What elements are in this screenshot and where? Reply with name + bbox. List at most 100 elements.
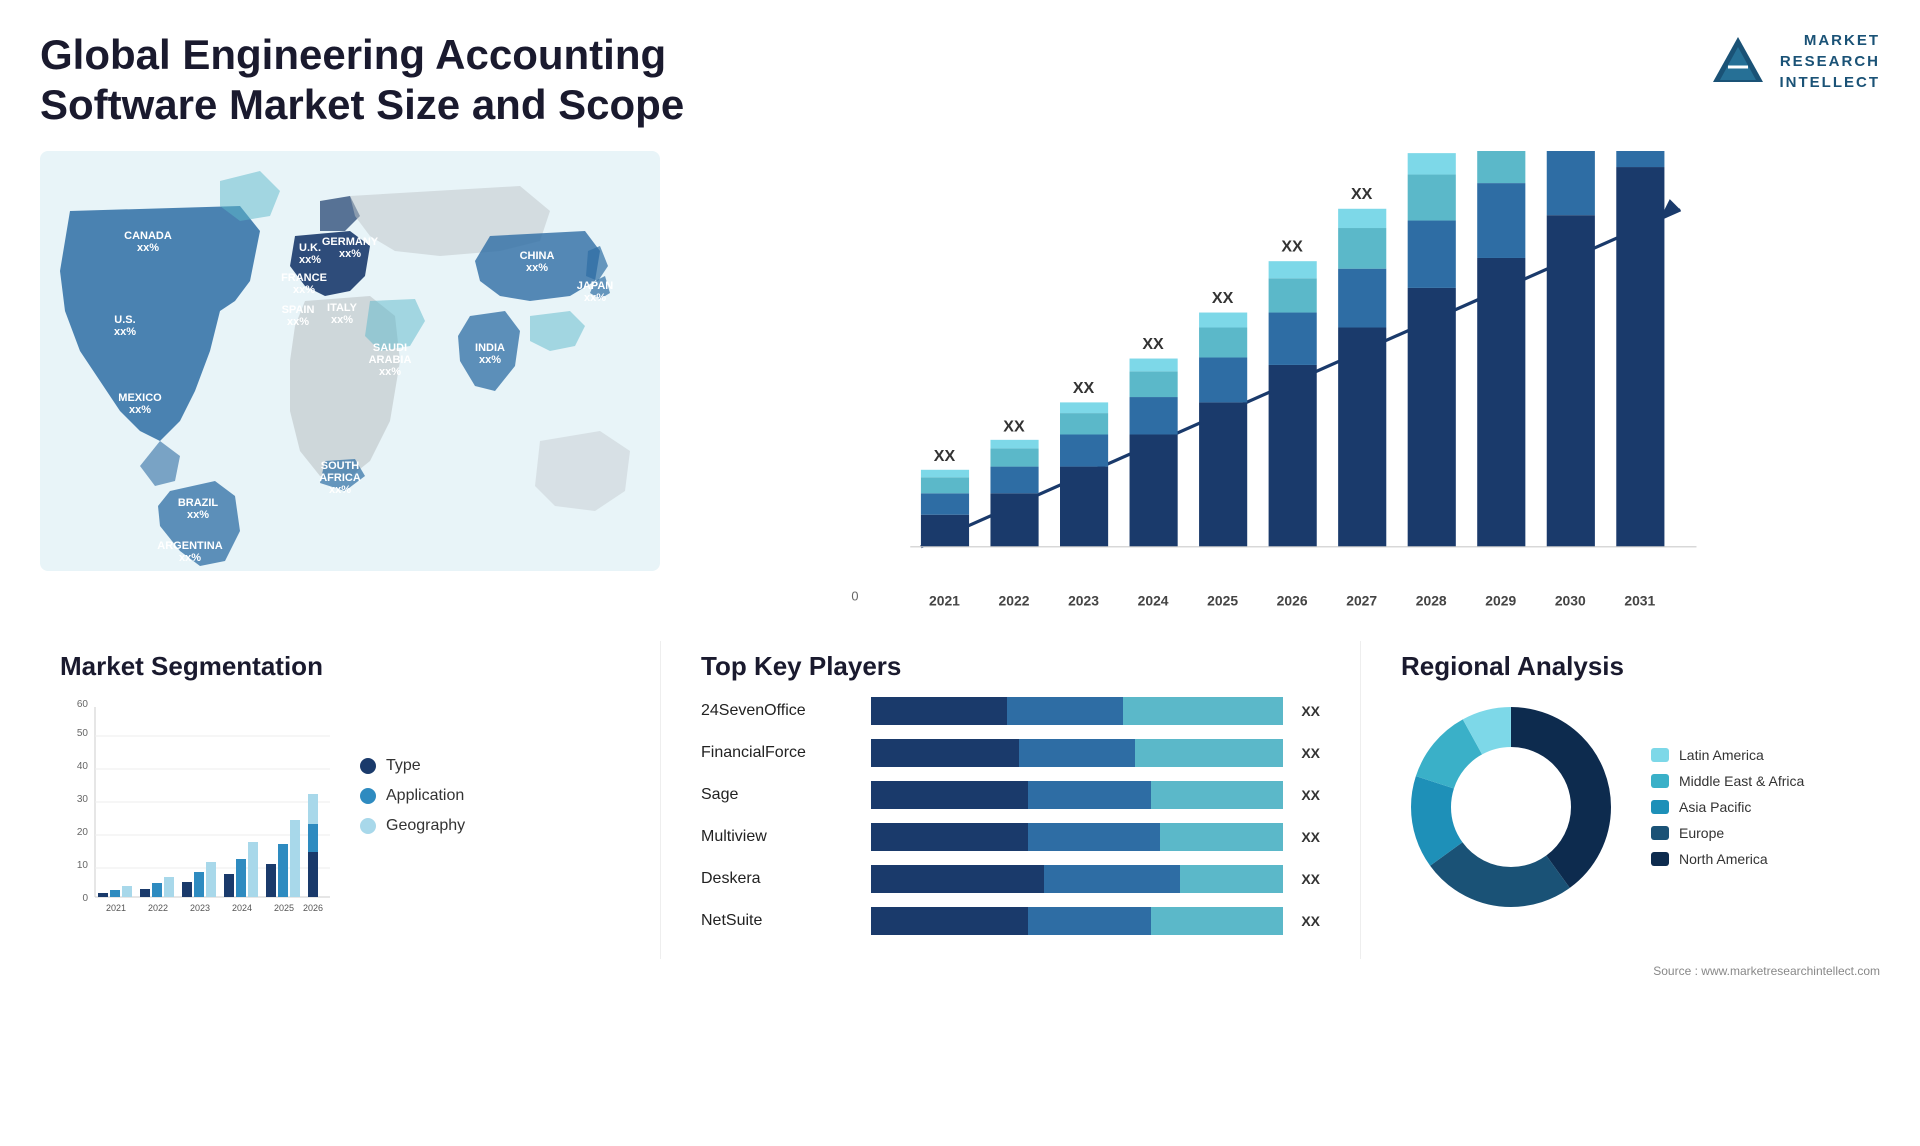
brand-logo-icon — [1708, 32, 1768, 92]
bar-chart-area: 0 XX 2021 XX 2022 — [660, 141, 1880, 621]
svg-text:XX: XX — [1073, 379, 1095, 397]
legend-application-label: Application — [386, 787, 464, 805]
svg-text:0: 0 — [82, 893, 88, 904]
donut-chart-svg — [1401, 697, 1621, 917]
svg-text:xx%: xx% — [379, 366, 401, 378]
player-bar-seg1-6 — [871, 907, 1028, 935]
regional-title: Regional Analysis — [1401, 651, 1860, 682]
logo-line3: INTELLECT — [1780, 72, 1881, 93]
player-bar-4 — [871, 823, 1283, 851]
svg-text:xx%: xx% — [329, 484, 351, 496]
seg-legend: Type Application Geography — [360, 697, 465, 835]
player-bar-seg2-3 — [1028, 781, 1152, 809]
svg-text:2024: 2024 — [1138, 592, 1169, 608]
regional-legend-mea: Middle East & Africa — [1651, 773, 1804, 789]
donut-row: Latin America Middle East & Africa Asia … — [1401, 697, 1804, 917]
player-bar-1 — [871, 697, 1283, 725]
svg-text:FRANCE: FRANCE — [281, 272, 327, 284]
legend-label-latin: Latin America — [1679, 747, 1764, 763]
svg-text:30: 30 — [77, 794, 89, 805]
regional-legend-na: North America — [1651, 851, 1804, 867]
player-bar-seg1-3 — [871, 781, 1028, 809]
svg-text:xx%: xx% — [584, 292, 606, 304]
svg-text:XX: XX — [1351, 185, 1373, 203]
regional-area: Regional Analysis — [1360, 641, 1880, 959]
svg-text:10: 10 — [77, 860, 89, 871]
svg-text:U.K.: U.K. — [299, 242, 321, 254]
player-name-2: FinancialForce — [701, 744, 861, 762]
legend-application: Application — [360, 787, 465, 805]
player-bar-seg3-6 — [1151, 907, 1283, 935]
legend-label-europe: Europe — [1679, 825, 1724, 841]
svg-text:ARABIA: ARABIA — [369, 354, 412, 366]
player-bar-container-6 — [871, 907, 1283, 935]
player-value-3: XX — [1301, 781, 1320, 809]
player-bar-seg3-3 — [1151, 781, 1283, 809]
player-name-3: Sage — [701, 786, 861, 804]
logo-line1: MARKET — [1780, 30, 1881, 51]
player-bar-container-1 — [871, 697, 1283, 725]
svg-text:xx%: xx% — [187, 509, 209, 521]
svg-text:XX: XX — [934, 447, 956, 465]
player-bar-seg3-1 — [1123, 697, 1284, 725]
player-name-6: NetSuite — [701, 912, 861, 930]
players-title: Top Key Players — [701, 651, 1320, 682]
page-title: Global Engineering Accounting Software M… — [40, 30, 740, 131]
svg-text:CHINA: CHINA — [520, 250, 555, 262]
regional-legend-latin: Latin America — [1651, 747, 1804, 763]
svg-text:xx%: xx% — [479, 354, 501, 366]
svg-text:xx%: xx% — [129, 404, 151, 416]
svg-text:XX: XX — [1212, 289, 1234, 307]
legend-dot-mea — [1651, 774, 1669, 788]
logo-area: MARKET RESEARCH INTELLECT — [1708, 30, 1881, 93]
legend-type: Type — [360, 757, 465, 775]
player-bar-seg2-1 — [1007, 697, 1122, 725]
svg-text:GERMANY: GERMANY — [322, 236, 379, 248]
segmentation-area: Market Segmentation 0 10 20 30 40 50 60 — [40, 641, 660, 959]
svg-text:2026: 2026 — [303, 903, 323, 913]
svg-text:MEXICO: MEXICO — [118, 392, 162, 404]
player-bar-container-5 — [871, 865, 1283, 893]
svg-text:2027: 2027 — [1346, 592, 1377, 608]
map-area: CANADA xx% U.S. xx% MEXICO xx% BRAZIL xx… — [40, 141, 660, 621]
svg-text:xx%: xx% — [114, 326, 136, 338]
svg-text:20: 20 — [77, 827, 89, 838]
player-name-5: Deskera — [701, 870, 861, 888]
player-bar-seg1-5 — [871, 865, 1044, 893]
svg-text:xx%: xx% — [137, 242, 159, 254]
svg-text:INDIA: INDIA — [475, 342, 505, 354]
regional-legend-apac: Asia Pacific — [1651, 799, 1804, 815]
player-bar-container-3 — [871, 781, 1283, 809]
player-bar-seg2-5 — [1044, 865, 1180, 893]
svg-text:xx%: xx% — [526, 262, 548, 274]
player-row-5: Deskera XX — [701, 865, 1320, 893]
player-bar-seg2-6 — [1028, 907, 1152, 935]
player-bar-container-4 — [871, 823, 1283, 851]
logo-line2: RESEARCH — [1780, 51, 1881, 72]
main-grid: CANADA xx% U.S. xx% MEXICO xx% BRAZIL xx… — [0, 141, 1920, 959]
svg-text:ITALY: ITALY — [327, 302, 358, 314]
svg-text:XX: XX — [1142, 335, 1164, 353]
player-row-2: FinancialForce XX — [701, 739, 1320, 767]
legend-dot-apac — [1651, 800, 1669, 814]
svg-text:JAPAN: JAPAN — [577, 280, 614, 292]
player-row-4: Multiview XX — [701, 823, 1320, 851]
player-bar-seg3-4 — [1160, 823, 1284, 851]
player-value-5: XX — [1301, 865, 1320, 893]
segmentation-chart-svg: 0 10 20 30 40 50 60 — [60, 697, 340, 927]
svg-text:SAUDI: SAUDI — [373, 342, 407, 354]
svg-text:2022: 2022 — [148, 903, 168, 913]
player-bar-5 — [871, 865, 1283, 893]
player-name-4: Multiview — [701, 828, 861, 846]
player-bar-2 — [871, 739, 1283, 767]
svg-text:2021: 2021 — [929, 592, 960, 608]
regional-content: Latin America Middle East & Africa Asia … — [1401, 697, 1860, 917]
player-bar-seg1-4 — [871, 823, 1028, 851]
player-bar-3 — [871, 781, 1283, 809]
svg-text:xx%: xx% — [287, 316, 309, 328]
legend-geography-dot — [360, 818, 376, 834]
legend-type-label: Type — [386, 757, 421, 775]
legend-geography-label: Geography — [386, 817, 465, 835]
svg-text:2026: 2026 — [1277, 592, 1308, 608]
svg-text:AFRICA: AFRICA — [319, 472, 361, 484]
